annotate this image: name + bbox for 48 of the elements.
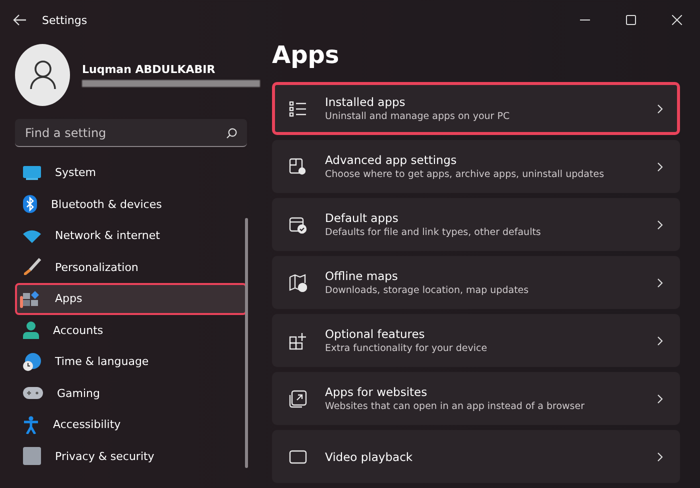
chevron-right-icon (657, 394, 663, 404)
paintbrush-icon (23, 258, 41, 276)
settings-card[interactable]: Apps for websites Websites that can open in an app instead of a browser (272, 372, 680, 425)
window-title: Settings (42, 14, 88, 26)
settings-card[interactable]: Video playback (272, 430, 680, 483)
monitor-icon (23, 166, 41, 180)
person-icon (23, 321, 39, 340)
sidebar-item[interactable]: Personalization (15, 252, 247, 283)
video-icon (289, 448, 307, 466)
settings-card[interactable]: Offline maps Downloads, storage location, map updates (272, 256, 680, 309)
chevron-right-icon (657, 452, 663, 462)
back-arrow-icon (13, 14, 27, 26)
chevron-right-icon (657, 336, 663, 346)
maximize-icon (626, 15, 636, 25)
sidebar-item[interactable]: Accessibility (15, 409, 247, 440)
chevron-right-icon (657, 162, 663, 172)
scrollbar[interactable] (245, 218, 248, 468)
sidebar-item[interactable]: Time & language (15, 346, 247, 378)
sidebar-item[interactable]: System (15, 157, 247, 188)
bluetooth-icon (23, 195, 37, 214)
sidebar-item[interactable]: Gaming (15, 378, 247, 409)
sidebar-item[interactable]: Network & internet (15, 220, 247, 252)
sidebar-item[interactable]: Apps (15, 283, 247, 314)
sidebar-item[interactable]: Privacy & security (15, 440, 247, 472)
user-name: Luqman ABDULKABIR (82, 63, 216, 76)
window-check-icon (289, 216, 307, 234)
minimize-icon (580, 19, 590, 21)
gamepad-icon (23, 387, 43, 400)
apps-icon (23, 290, 41, 307)
list-icon (289, 100, 307, 118)
chevron-right-icon (657, 278, 663, 288)
sidebar-item[interactable]: Accounts (15, 314, 247, 346)
wifi-icon (23, 228, 41, 243)
page-title: Apps (272, 40, 340, 70)
settings-card[interactable]: Installed apps Uninstall and manage apps on your PC (272, 82, 680, 135)
open-in-app-icon (289, 390, 307, 408)
sidebar-item[interactable]: Bluetooth & devices (15, 188, 247, 220)
settings-card[interactable]: Optional features Extra functionality for your device (272, 314, 680, 367)
close-icon (672, 15, 682, 25)
accessibility-icon (23, 416, 39, 434)
globe-clock-icon (23, 352, 41, 371)
search-icon (226, 128, 237, 139)
settings-card[interactable]: Default apps Defaults for file and link types, other defaults (272, 198, 680, 251)
settings-card[interactable]: Advanced app settings Choose where to get apps, archive apps, uninstall updates (272, 140, 680, 193)
grid-plus-icon (289, 332, 307, 350)
search-field[interactable]: Find a setting (15, 119, 247, 147)
chevron-right-icon (657, 220, 663, 230)
chevron-right-icon (657, 104, 663, 114)
